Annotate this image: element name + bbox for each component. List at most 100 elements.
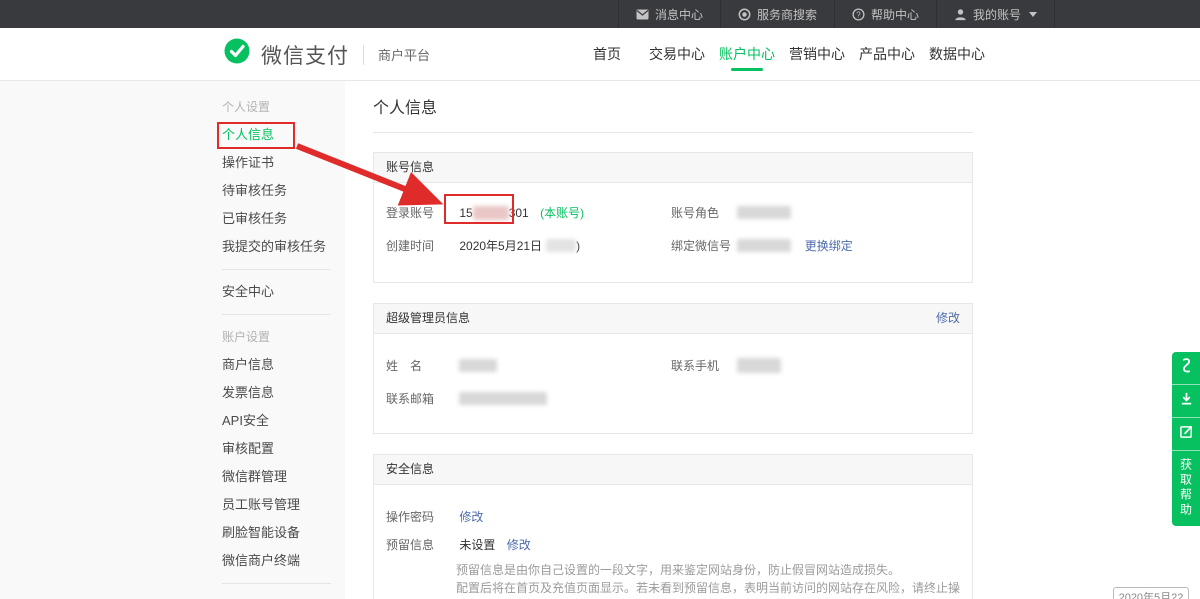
redacted-created-time [546,239,576,252]
sidebar-divider [222,583,331,584]
nav-item-data-center[interactable]: 数据中心 [929,38,985,71]
reserve-info-label: 预留信息 [386,533,446,557]
mail-icon [636,9,649,20]
sidebar-item-api-security[interactable]: API安全 [0,407,345,435]
login-account-value: 15301 [459,206,528,220]
nav-item-product-center[interactable]: 产品中心 [859,38,915,71]
contact-phone-label: 联系手机 [671,354,734,378]
admin-name-label: 姓 名 [386,354,446,378]
admin-modify-link[interactable]: 修改 [936,304,960,333]
redacted-contact-email [459,392,547,405]
security-info-card: 安全信息 操作密码 修改 预留信息 未设置 修改 预留信息是由你自己设置的一段文… [373,454,973,599]
date-box: 2020年5月22日 [1113,587,1189,599]
sidebar-item-review-config[interactable]: 审核配置 [0,435,345,463]
reserve-help-line: 预留信息是由你自己设置的一段文字，用来鉴定网站身份，防止假冒网站造成损失。 [456,561,972,579]
admin-card-title: 超级管理员信息 [386,304,470,333]
operation-password-row: 操作密码 修改 [386,505,972,529]
topbar-item-service-search[interactable]: 服务商搜索 [720,0,834,28]
sidebar-item-wechat-group-mgmt[interactable]: 微信群管理 [0,463,345,491]
header-logo[interactable]: 微信支付 商户平台 [222,28,430,81]
topbar-item-label: 服务商搜索 [757,6,817,23]
sidebar-item-reviewed-tasks[interactable]: 已审核任务 [0,205,345,233]
login-account-label: 登录账号 [386,201,446,225]
main-content: 个人信息 账号信息 登录账号 15301 (本账号) 账号角色 [345,81,1200,599]
feedback-edit-button[interactable] [1172,418,1200,451]
redacted-admin-name [459,359,497,372]
sidebar-item-invoice-info[interactable]: 发票信息 [0,379,345,407]
wechat-pay-merchant-portal: 消息中心 服务商搜索 ? 帮助中心 我的账号 微信支付 [0,0,1200,599]
sidebar-item-my-submitted-tasks[interactable]: 我提交的审核任务 [0,233,345,261]
reserve-status: 未设置 [459,538,495,552]
portal-label: 商户平台 [378,45,430,64]
account-card-header: 账号信息 [374,153,972,183]
logo-separator [363,45,364,65]
page-title: 个人信息 [373,81,973,118]
contact-email-label: 联系邮箱 [386,387,446,411]
admin-name-row: 姓 名 联系手机 [386,354,972,378]
contact-link-button[interactable] [1172,352,1200,385]
sidebar-divider [222,269,331,270]
redacted-login-digits [473,206,509,220]
logo-text: 微信支付 [261,40,349,70]
account-card-title: 账号信息 [386,153,434,182]
nav-item-marketing-center[interactable]: 营销中心 [789,38,845,71]
sidebar-item-security-center[interactable]: 安全中心 [0,278,345,306]
modify-password-link[interactable]: 修改 [459,510,483,524]
topbar-item-message-center[interactable]: 消息中心 [618,0,720,28]
floating-help-bar: 获取帮助 [1172,352,1200,526]
download-icon [1179,391,1194,411]
nav-item-home[interactable]: 首页 [591,38,623,71]
topbar-item-label: 帮助中心 [871,6,919,23]
caret-down-icon [1029,12,1037,17]
sidebar-item-operation-cert[interactable]: 操作证书 [0,149,345,177]
security-card-title: 安全信息 [386,455,434,484]
user-icon [954,8,967,21]
change-bind-link[interactable]: 更换绑定 [805,239,853,253]
redacted-contact-phone [737,358,781,373]
redacted-account-role [737,206,791,219]
created-time-value: 2020年5月21日) [459,239,580,253]
own-account-tag: (本账号) [540,206,584,220]
modify-reserve-link[interactable]: 修改 [507,538,531,552]
reserve-help-text: 预留信息是由你自己设置的一段文字，用来鉴定网站身份，防止假冒网站造成损失。 配置… [456,561,972,599]
get-help-label: 获取帮助 [1178,458,1195,518]
sidebar-divider [222,314,331,315]
topbar-item-label: 消息中心 [655,6,703,23]
sidebar-item-merchant-info[interactable]: 商户信息 [0,351,345,379]
bind-wechat-label: 绑定微信号 [671,234,734,258]
sidebar-item-pending-review-tasks[interactable]: 待审核任务 [0,177,345,205]
download-button[interactable] [1172,385,1200,418]
sidebar-section-account-settings: 账户设置 [0,323,345,351]
question-circle-icon: ? [852,8,865,21]
sidebar-item-wechat-terminal[interactable]: 微信商户终端 [0,547,345,575]
main-nav: 首页 交易中心 账户中心 营销中心 产品中心 数据中心 [591,28,985,81]
security-card-header: 安全信息 [374,455,972,485]
sidebar-item-staff-account-mgmt[interactable]: 员工账号管理 [0,491,345,519]
super-admin-card: 超级管理员信息 修改 姓 名 联系手机 联系邮箱 [373,303,973,434]
reserve-help-line: 配置后将在首页及充值页面显示。若未看到预留信息，表明当前访问的网站存在风险，请终… [456,579,972,599]
created-time-row: 创建时间 2020年5月21日) 绑定微信号 更换绑定 [386,234,972,258]
sidebar-item-personal-info[interactable]: 个人信息 [0,121,345,149]
edit-icon [1179,424,1194,444]
topbar-item-help-center[interactable]: ? 帮助中心 [834,0,936,28]
sidebar-item-face-device[interactable]: 刷脸智能设备 [0,519,345,547]
login-account-row: 登录账号 15301 (本账号) 账号角色 [386,201,972,225]
nav-item-trade-center[interactable]: 交易中心 [649,38,705,71]
get-help-button[interactable]: 获取帮助 [1172,451,1200,526]
sidebar: 个人设置 个人信息 操作证书 待审核任务 已审核任务 我提交的审核任务 安全中心… [0,81,345,599]
admin-email-row: 联系邮箱 [386,387,972,411]
account-role-label: 账号角色 [671,201,734,225]
created-time-label: 创建时间 [386,234,446,258]
redacted-wechat-id [737,239,791,252]
topbar: 消息中心 服务商搜索 ? 帮助中心 我的账号 [0,0,1200,28]
link-icon [1179,357,1194,380]
sidebar-section-personal-settings: 个人设置 [0,93,345,121]
topbar-item-label: 我的账号 [973,6,1021,23]
operation-password-label: 操作密码 [386,505,446,529]
svg-text:?: ? [856,10,861,19]
admin-card-header: 超级管理员信息 修改 [374,304,972,334]
topbar-item-my-account[interactable]: 我的账号 [936,0,1055,28]
wechat-pay-logo-icon [222,37,252,72]
header: 微信支付 商户平台 首页 交易中心 账户中心 营销中心 产品中心 数据中心 [0,28,1200,81]
nav-item-account-center[interactable]: 账户中心 [719,38,775,71]
